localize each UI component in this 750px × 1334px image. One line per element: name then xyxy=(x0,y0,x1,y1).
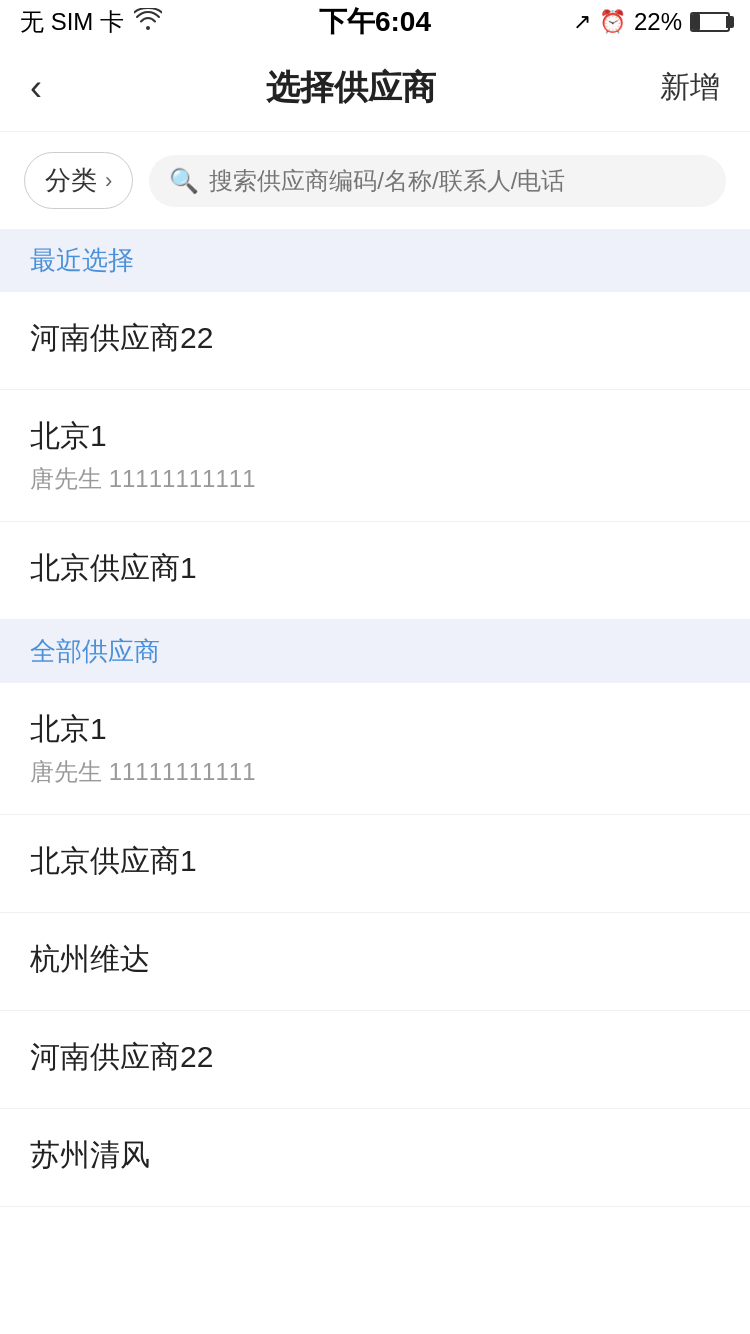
alarm-icon: ⏰ xyxy=(599,9,626,35)
wifi-icon xyxy=(134,8,162,36)
status-bar: 无 SIM 卡 下午6:04 ↗ ⏰ 22% xyxy=(0,0,750,44)
item-name: 杭州维达 xyxy=(30,939,720,980)
item-contact: 唐先生 11111111111 xyxy=(30,756,720,788)
list-item[interactable]: 杭州维达 xyxy=(0,913,750,1011)
category-label: 分类 xyxy=(45,163,97,198)
item-name: 北京供应商1 xyxy=(30,548,720,589)
item-name: 北京供应商1 xyxy=(30,841,720,882)
item-name: 北京1 xyxy=(30,416,720,457)
battery-icon xyxy=(690,12,730,32)
filter-bar: 分类 › 🔍 xyxy=(0,132,750,229)
all-section-title: 全部供应商 xyxy=(30,636,160,666)
search-input[interactable] xyxy=(209,167,706,195)
all-section-header: 全部供应商 xyxy=(0,620,750,683)
item-name: 北京1 xyxy=(30,709,720,750)
back-button[interactable]: ‹ xyxy=(30,67,42,109)
list-item[interactable]: 北京供应商1 xyxy=(0,522,750,620)
item-name: 河南供应商22 xyxy=(30,1037,720,1078)
battery-text: 22% xyxy=(634,8,682,36)
recent-list: 河南供应商22 北京1 唐先生 11111111111 北京供应商1 xyxy=(0,292,750,620)
list-item[interactable]: 北京供应商1 xyxy=(0,815,750,913)
carrier-text: 无 SIM 卡 xyxy=(20,6,124,38)
location-icon: ↗ xyxy=(573,9,591,35)
status-left: 无 SIM 卡 xyxy=(20,6,162,38)
list-item[interactable]: 北京1 唐先生 11111111111 xyxy=(0,390,750,522)
list-item[interactable]: 苏州清风 xyxy=(0,1109,750,1207)
chevron-right-icon: › xyxy=(105,168,112,194)
item-name: 苏州清风 xyxy=(30,1135,720,1176)
item-contact: 唐先生 11111111111 xyxy=(30,463,720,495)
page-title: 选择供应商 xyxy=(266,65,436,111)
list-item[interactable]: 河南供应商22 xyxy=(0,1011,750,1109)
recent-section-header: 最近选择 xyxy=(0,229,750,292)
nav-bar: ‹ 选择供应商 新增 xyxy=(0,44,750,132)
add-button[interactable]: 新增 xyxy=(660,67,720,108)
category-button[interactable]: 分类 › xyxy=(24,152,133,209)
all-list: 北京1 唐先生 11111111111 北京供应商1 杭州维达 河南供应商22 苏… xyxy=(0,683,750,1207)
list-item[interactable]: 河南供应商22 xyxy=(0,292,750,390)
recent-section-title: 最近选择 xyxy=(30,245,134,275)
item-name: 河南供应商22 xyxy=(30,318,720,359)
list-item[interactable]: 北京1 唐先生 11111111111 xyxy=(0,683,750,815)
search-box: 🔍 xyxy=(149,155,726,207)
status-right: ↗ ⏰ 22% xyxy=(573,8,730,36)
search-icon: 🔍 xyxy=(169,167,199,195)
status-time: 下午6:04 xyxy=(319,3,431,41)
